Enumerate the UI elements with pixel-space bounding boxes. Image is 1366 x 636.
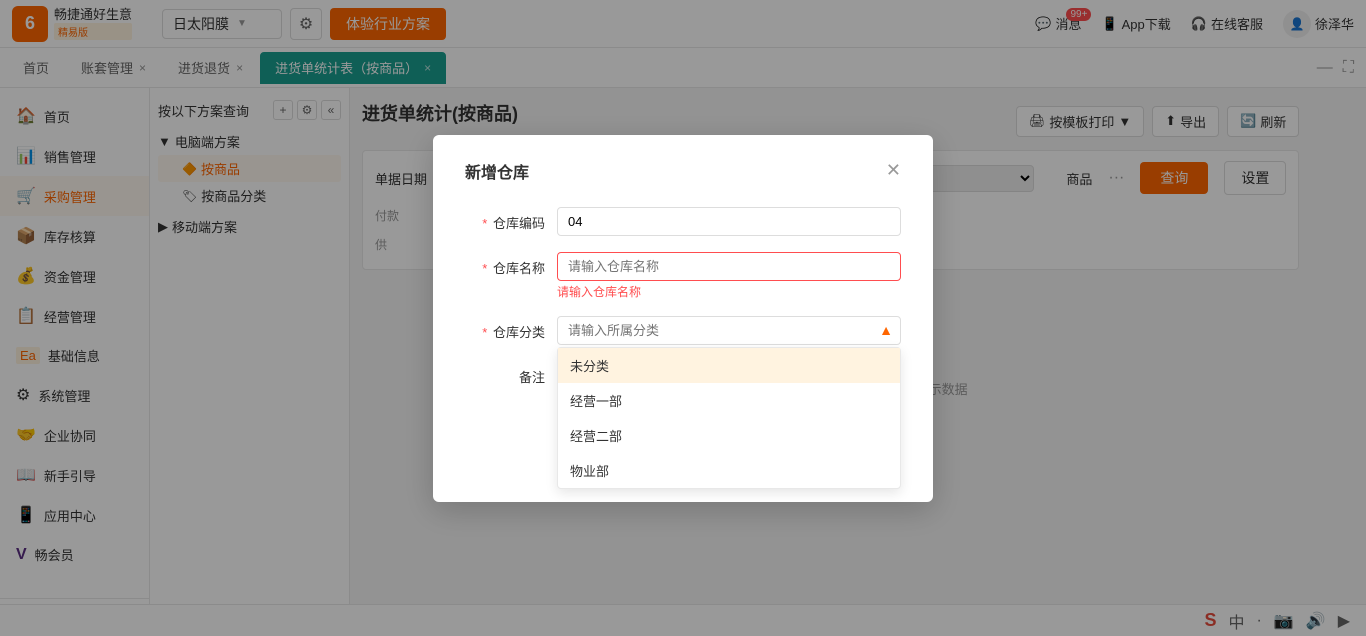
- code-input[interactable]: [557, 207, 901, 236]
- dropdown-item-property[interactable]: 物业部: [558, 453, 900, 488]
- required-star-category: *: [482, 325, 487, 340]
- category-label: * 仓库分类: [465, 316, 545, 341]
- code-label: * 仓库编码: [465, 207, 545, 232]
- modal-title: 新增仓库: [465, 159, 529, 183]
- dropdown-item-dept2[interactable]: 经营二部: [558, 418, 900, 453]
- dropdown-item-dept1[interactable]: 经营一部: [558, 383, 900, 418]
- category-field: ▲ 未分类 经营一部 经营二部 物业部: [557, 316, 901, 345]
- category-dropdown-list: 未分类 经营一部 经营二部 物业部: [557, 347, 901, 489]
- modal-header: 新增仓库 ✕: [465, 159, 901, 183]
- name-error-message: 请输入仓库名称: [557, 283, 901, 300]
- new-warehouse-modal: 新增仓库 ✕ * 仓库编码 * 仓库名称 请输入仓库名称: [433, 135, 933, 502]
- name-input[interactable]: [557, 252, 901, 281]
- modal-overlay[interactable]: 新增仓库 ✕ * 仓库编码 * 仓库名称 请输入仓库名称: [0, 0, 1366, 636]
- code-field: [557, 207, 901, 236]
- category-input[interactable]: [557, 316, 901, 345]
- required-star-code: *: [482, 216, 487, 231]
- form-row-code: * 仓库编码: [465, 207, 901, 236]
- category-dropdown-arrow-icon[interactable]: ▲: [879, 322, 893, 338]
- name-label: * 仓库名称: [465, 252, 545, 277]
- modal-close-icon[interactable]: ✕: [886, 160, 901, 181]
- name-field: 请输入仓库名称: [557, 252, 901, 300]
- note-label: 备注: [465, 361, 545, 386]
- form-row-category: * 仓库分类 ▲ 未分类 经营一部 经营二部 物业部: [465, 316, 901, 345]
- dropdown-item-unclassified[interactable]: 未分类: [558, 348, 900, 383]
- form-row-name: * 仓库名称 请输入仓库名称: [465, 252, 901, 300]
- required-star-name: *: [482, 261, 487, 276]
